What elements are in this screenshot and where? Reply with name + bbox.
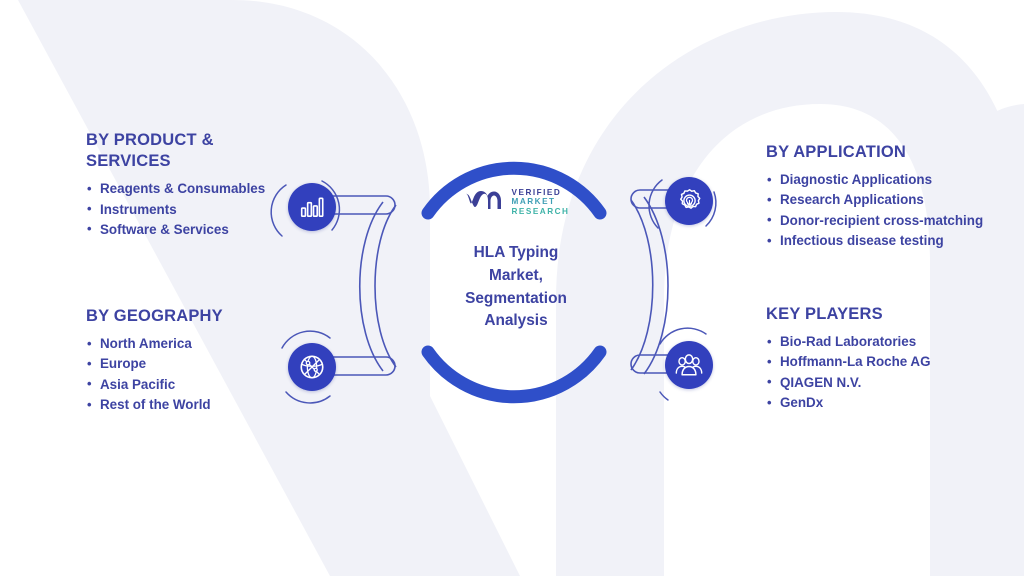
gear-bulb-icon	[679, 188, 700, 209]
page-title: HLA Typing Market, Segmentation Analysis	[465, 244, 567, 330]
badge-keyplayers[interactable]	[665, 341, 713, 389]
center-ring-curve-right-inner	[630, 199, 654, 371]
list-item: QIAGEN N.V.	[766, 372, 1016, 393]
panel-product: BY PRODUCT & SERVICES Reagents & Consuma…	[86, 130, 336, 240]
center-ring-curve-left-outer	[358, 201, 384, 372]
logo-wordmark: VERIFIED MARKET RESEARCH	[512, 188, 570, 216]
list-item: Hoffmann-La Roche AG	[766, 352, 1016, 372]
infographic-canvas: VERIFIED MARKET RESEARCH HLA Typing Mark…	[0, 0, 1024, 576]
list-item: Diagnostic Applications	[766, 170, 1016, 190]
list-item: Research Applications	[766, 190, 1016, 210]
center-ring-curve-left-inner	[374, 204, 397, 368]
list-item: Software & Services	[86, 219, 336, 240]
panel-keyplayers-title: KEY PLAYERS	[766, 305, 883, 323]
logo-line-verified: VERIFIED	[511, 188, 562, 198]
list-item: GenDx	[766, 393, 1016, 413]
list-item: Rest of the World	[86, 395, 336, 415]
list-item: Instruments	[86, 199, 336, 220]
list-item: Donor-recipient cross-matching	[766, 210, 1016, 231]
panel-geography: BY GEOGRAPHY North AmericaEuropeAsia Pac…	[86, 306, 336, 416]
verified-market-research-logo: VERIFIED MARKET RESEARCH	[463, 185, 570, 219]
badge-arc-application	[648, 179, 663, 229]
panel-application-list: Diagnostic ApplicationsResearch Applicat…	[766, 170, 1016, 252]
list-item: Bio-Rad Laboratories	[766, 332, 1016, 352]
list-item: Infectious disease testing	[766, 231, 1016, 251]
list-item: Europe	[86, 354, 336, 374]
panel-keyplayers-list: Bio-Rad LaboratoriesHoffmann-La Roche AG…	[766, 332, 1016, 414]
list-item: Asia Pacific	[86, 374, 336, 395]
list-item: North America	[86, 334, 336, 354]
panel-product-title: BY PRODUCT & SERVICES	[86, 131, 214, 171]
panel-product-list: Reagents & ConsumablesInstrumentsSoftwar…	[86, 179, 336, 240]
center-ring-curve-right-outer	[643, 196, 669, 375]
center-block: VERIFIED MARKET RESEARCH HLA Typing Mark…	[416, 180, 616, 370]
badge-application[interactable]	[665, 177, 713, 225]
logo-line-market: MARKET	[511, 197, 556, 207]
people-group-icon	[675, 354, 703, 376]
panel-geography-list: North AmericaEuropeAsia PacificRest of t…	[86, 334, 336, 416]
logo-line-research: RESEARCH	[511, 206, 570, 216]
panel-keyplayers: KEY PLAYERS Bio-Rad LaboratoriesHoffmann…	[766, 304, 1016, 414]
panel-geography-title: BY GEOGRAPHY	[86, 307, 223, 325]
panel-application: BY APPLICATION Diagnostic ApplicationsRe…	[766, 142, 1016, 252]
list-item: Reagents & Consumables	[86, 179, 336, 199]
vm-monogram-icon	[463, 191, 501, 209]
panel-application-title: BY APPLICATION	[766, 143, 907, 161]
badge-arc-keyplayers-2	[659, 391, 669, 401]
